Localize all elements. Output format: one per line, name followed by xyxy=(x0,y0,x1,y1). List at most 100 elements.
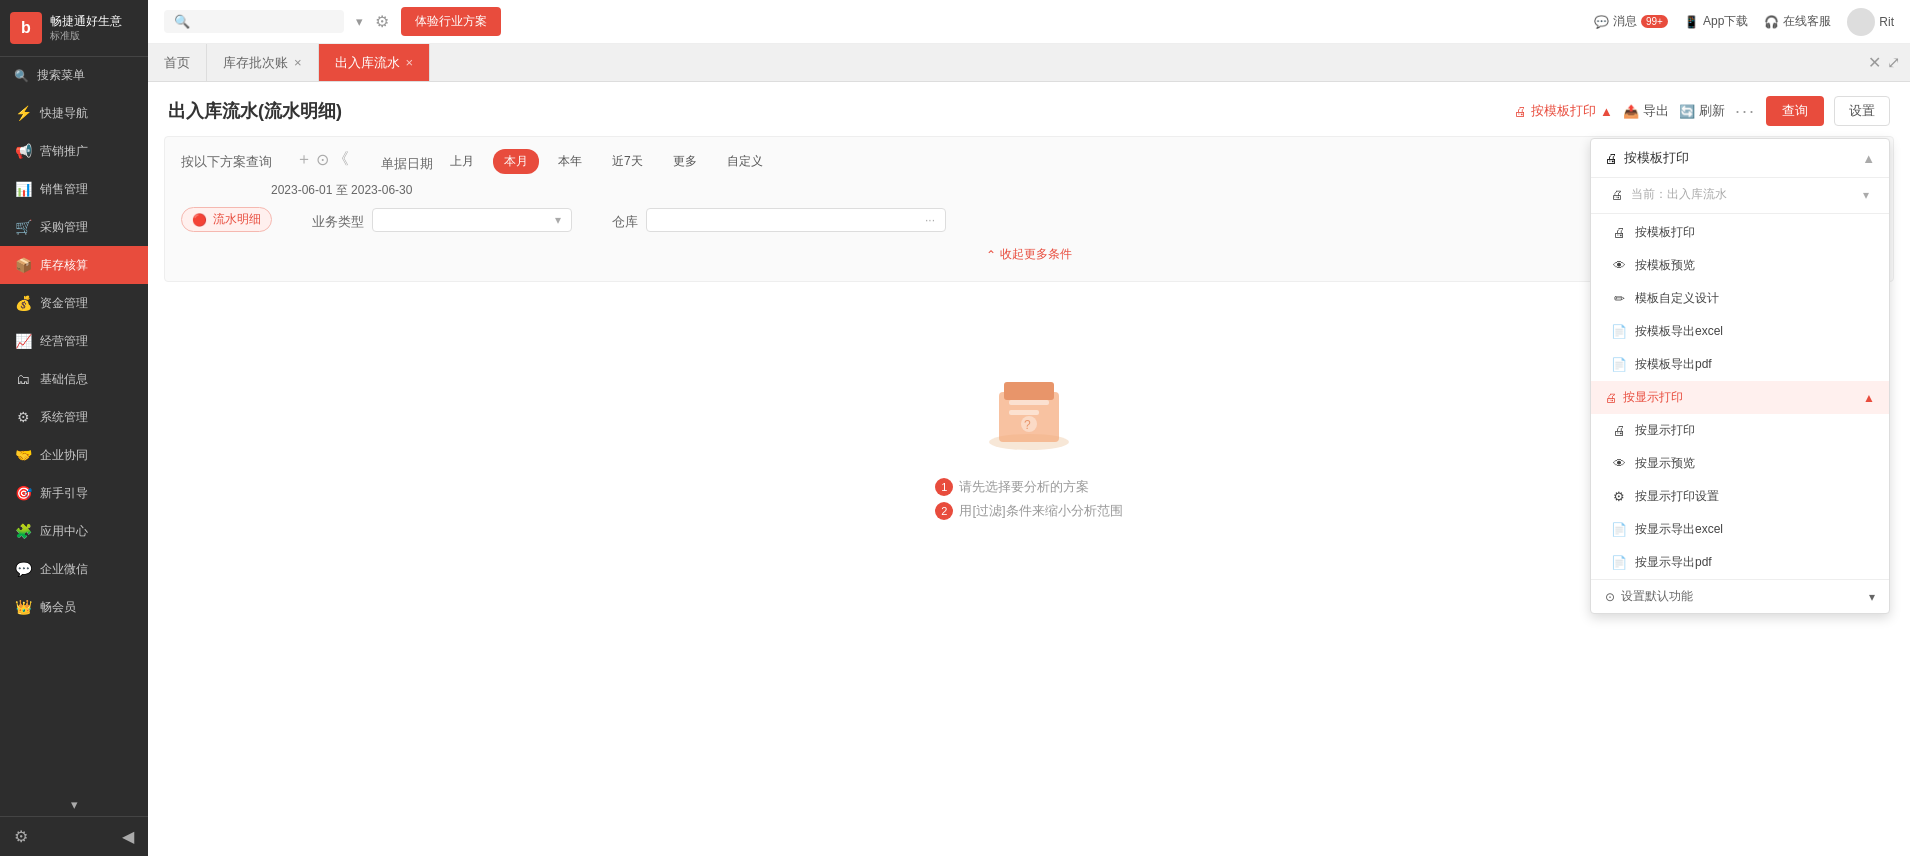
dropdown-item-display-settings[interactable]: ⚙ 按显示打印设置 xyxy=(1591,480,1889,513)
online-service-button[interactable]: 🎧 在线客服 xyxy=(1764,13,1831,30)
close-all-icon[interactable]: ✕ xyxy=(1868,53,1881,72)
sidebar-item-label: 销售管理 xyxy=(40,181,88,198)
refresh-button[interactable]: 🔄 刷新 xyxy=(1679,102,1725,120)
print-dropdown-menu: 🖨 按模板打印 ▲ 🖨 当前：出入库流水 ▾ 🖨 按 xyxy=(1590,138,1890,614)
sidebar-item-member[interactable]: 👑 畅会员 xyxy=(0,588,148,626)
topbar: 🔍 ▾ ⚙ 体验行业方案 💬 消息 99+ 📱 App下载 🎧 在线客服 xyxy=(148,0,1910,44)
export-button[interactable]: 📤 导出 xyxy=(1623,102,1669,120)
sidebar-item-quick-nav[interactable]: ⚡ 快捷导航 xyxy=(0,94,148,132)
sidebar-scroll-down[interactable]: ▾ xyxy=(0,793,148,816)
filter-settings-icon[interactable]: ⊙ xyxy=(316,150,329,169)
hint-text-2: 用[过滤]条件来缩小分析范围 xyxy=(959,502,1122,520)
display-pdf-label: 按显示导出pdf xyxy=(1635,554,1712,571)
topbar-settings-icon[interactable]: ⚙ xyxy=(375,12,389,31)
sidebar-item-system[interactable]: ⚙ 系统管理 xyxy=(0,398,148,436)
svg-text:?: ? xyxy=(1024,418,1031,432)
quick-nav-icon: ⚡ xyxy=(14,104,32,122)
dropdown-display-section-header[interactable]: 🖨 按显示打印 ▲ xyxy=(1591,381,1889,414)
warehouse-select[interactable]: ··· xyxy=(646,208,946,232)
message-icon: 💬 xyxy=(1594,15,1609,29)
sidebar-item-guide[interactable]: 🎯 新手引导 xyxy=(0,474,148,512)
scheme-chip[interactable]: 🔴 流水明细 xyxy=(181,207,272,232)
dropdown-item-template-excel[interactable]: 📄 按模板导出excel xyxy=(1591,315,1889,348)
export-btn-label: 导出 xyxy=(1643,102,1669,120)
search-button[interactable]: 查询 xyxy=(1766,96,1824,126)
sidebar-item-marketing[interactable]: 📢 营销推广 xyxy=(0,132,148,170)
version-label: 标准版 xyxy=(50,29,122,42)
dropdown-title: 按模板打印 xyxy=(1624,149,1689,167)
display-section-label: 按显示打印 xyxy=(1623,389,1683,406)
username-label: Rit xyxy=(1879,15,1894,29)
sidebar-item-inventory[interactable]: 📦 库存核算 xyxy=(0,246,148,284)
sidebar-item-finance[interactable]: 💰 资金管理 xyxy=(0,284,148,322)
dropdown-item-display-preview[interactable]: 👁 按显示预览 xyxy=(1591,447,1889,480)
sidebar-item-purchase[interactable]: 🛒 采购管理 xyxy=(0,208,148,246)
print-dropdown-button[interactable]: 🖨 按模板打印 ▲ xyxy=(1514,102,1613,120)
topbar-search-input[interactable] xyxy=(196,15,316,29)
more-options-button[interactable]: ··· xyxy=(1735,101,1756,122)
settings-icon[interactable]: ⚙ xyxy=(14,827,28,846)
wechat-icon: 💬 xyxy=(14,560,32,578)
dropdown-item-template-pdf[interactable]: 📄 按模板导出pdf xyxy=(1591,348,1889,381)
dropdown-current-item[interactable]: 🖨 当前：出入库流水 ▾ xyxy=(1591,178,1889,211)
date-option-7days[interactable]: 近7天 xyxy=(601,149,654,174)
template-customize-label: 模板自定义设计 xyxy=(1635,290,1719,307)
sidebar-item-enterprise[interactable]: 🤝 企业协同 xyxy=(0,436,148,474)
tab-home[interactable]: 首页 xyxy=(148,44,207,81)
topbar-search-box[interactable]: 🔍 xyxy=(164,10,344,33)
main-content: 🔍 ▾ ⚙ 体验行业方案 💬 消息 99+ 📱 App下载 🎧 在线客服 xyxy=(148,0,1910,856)
sidebar-item-sales[interactable]: 📊 销售管理 xyxy=(0,170,148,208)
settings-button[interactable]: 设置 xyxy=(1834,96,1890,126)
date-option-this-month[interactable]: 本月 xyxy=(493,149,539,174)
dropdown-item-display-print[interactable]: 🖨 按显示打印 xyxy=(1591,414,1889,447)
date-option-more[interactable]: 更多 xyxy=(662,149,708,174)
app-download-button[interactable]: 📱 App下载 xyxy=(1684,13,1748,30)
dropdown-item-template-preview[interactable]: 👁 按模板预览 xyxy=(1591,249,1889,282)
dropdown-item-display-pdf[interactable]: 📄 按显示导出pdf xyxy=(1591,546,1889,579)
sidebar-item-label: 应用中心 xyxy=(40,523,88,540)
message-button[interactable]: 💬 消息 99+ xyxy=(1594,13,1668,30)
business-type-select[interactable]: ▾ xyxy=(372,208,572,232)
tab-flow[interactable]: 出入库流水 × xyxy=(319,44,431,81)
dropdown-item-template-print[interactable]: 🖨 按模板打印 xyxy=(1591,216,1889,249)
date-option-prev-month[interactable]: 上月 xyxy=(439,149,485,174)
print-btn-label: 按模板打印 xyxy=(1531,102,1596,120)
user-avatar[interactable]: Rit xyxy=(1847,8,1894,36)
sidebar-item-label: 资金管理 xyxy=(40,295,88,312)
edit-icon: ✏ xyxy=(1611,291,1627,307)
filter-collapse-icon[interactable]: 《 xyxy=(333,149,349,170)
sidebar-item-label: 快捷导航 xyxy=(40,105,88,122)
add-filter-icon[interactable]: ＋ xyxy=(296,149,312,170)
dropdown-toggle-icon[interactable]: ▲ xyxy=(1862,151,1875,166)
topbar-dropdown-icon[interactable]: ▾ xyxy=(356,14,363,29)
dropdown-footer[interactable]: ⊙ 设置默认功能 ▾ xyxy=(1591,579,1889,613)
tab-flow-close[interactable]: × xyxy=(406,55,414,70)
brand-name: 畅捷通好生意 xyxy=(50,14,122,30)
template-preview-label: 按模板预览 xyxy=(1635,257,1695,274)
dropdown-item-display-excel[interactable]: 📄 按显示导出excel xyxy=(1591,513,1889,546)
date-option-this-year[interactable]: 本年 xyxy=(547,149,593,174)
tab-batch[interactable]: 库存批次账 × xyxy=(207,44,319,81)
industry-solution-button[interactable]: 体验行业方案 xyxy=(401,7,501,36)
online-service-label: 在线客服 xyxy=(1783,13,1831,30)
message-label: 消息 xyxy=(1613,13,1637,30)
footer-settings-icon: ⊙ xyxy=(1605,590,1615,604)
pdf-icon: 📄 xyxy=(1611,357,1627,373)
collapse-sidebar-icon[interactable]: ◀ xyxy=(122,827,134,846)
sidebar-item-basics[interactable]: 🗂 基础信息 xyxy=(0,360,148,398)
date-option-custom[interactable]: 自定义 xyxy=(716,149,774,174)
inventory-icon: 📦 xyxy=(14,256,32,274)
purchase-icon: 🛒 xyxy=(14,218,32,236)
filter-query-label: 按以下方案查询 xyxy=(181,153,272,171)
sidebar-logo: b 畅捷通好生意 标准版 xyxy=(0,0,148,57)
chip-icon: 🔴 xyxy=(192,213,207,227)
guide-icon: 🎯 xyxy=(14,484,32,502)
dropdown-item-template-customize[interactable]: ✏ 模板自定义设计 xyxy=(1591,282,1889,315)
sidebar-item-operations[interactable]: 📈 经营管理 xyxy=(0,322,148,360)
sidebar-item-wechat[interactable]: 💬 企业微信 xyxy=(0,550,148,588)
expand-icon[interactable]: ⤢ xyxy=(1887,53,1900,72)
sidebar-search[interactable]: 🔍 搜索菜单 xyxy=(0,57,148,94)
sidebar-item-apps[interactable]: 🧩 应用中心 xyxy=(0,512,148,550)
empty-hint-1: 1 请先选择要分析的方案 xyxy=(935,478,1122,496)
tab-batch-close[interactable]: × xyxy=(294,55,302,70)
